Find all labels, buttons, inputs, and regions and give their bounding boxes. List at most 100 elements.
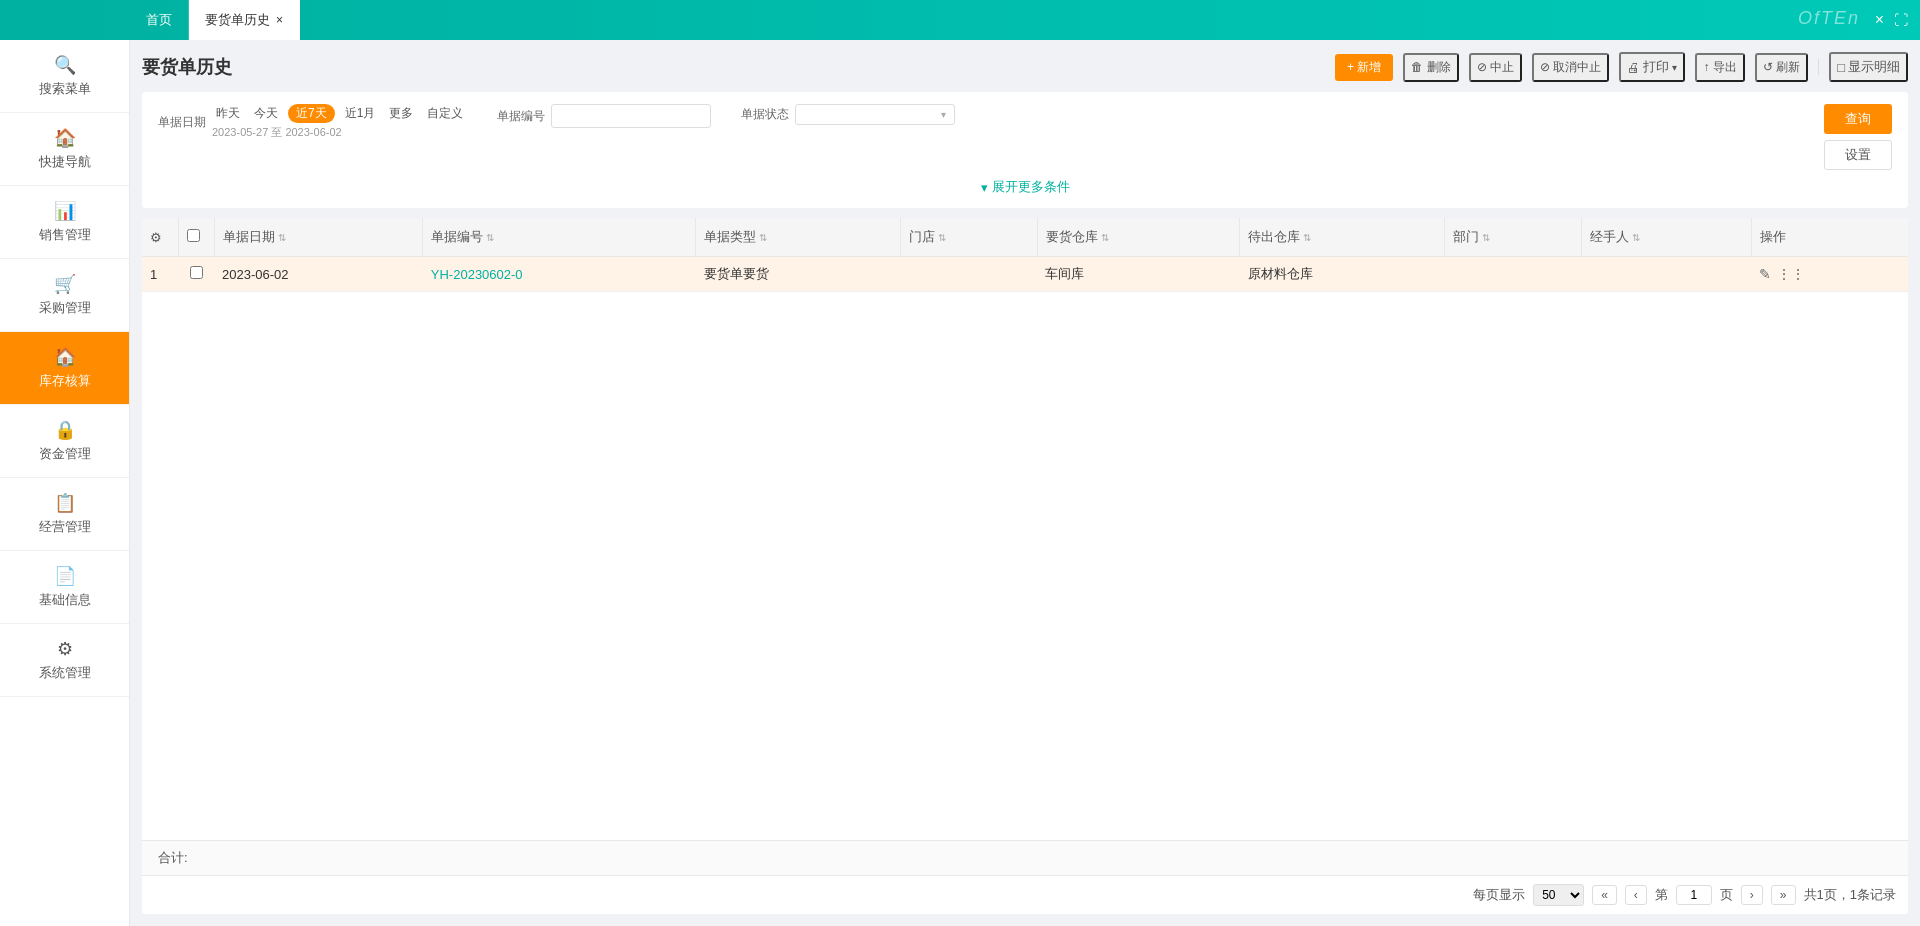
expand-more-button[interactable]: ▾ 展开更多条件 [158, 178, 1892, 196]
prev-page-button[interactable]: ‹ [1625, 885, 1647, 905]
search-icon: 🔍 [54, 54, 76, 76]
table-scroll[interactable]: ⚙ 单据日期 ⇅ [142, 218, 1908, 840]
th-checkbox[interactable] [178, 218, 214, 257]
print-button[interactable]: 🖨 打印 ▾ [1619, 52, 1685, 82]
sidebar-item-inventory[interactable]: 🏠 库存核算 [0, 332, 129, 405]
tab-requisition-history[interactable]: 要货单历史 × [189, 0, 300, 40]
date-range-text: 2023-05-27 至 2023-06-02 [212, 125, 467, 140]
page-header: 要货单历史 + 新增 🗑 删除 ⊘ 中止 ⊘ 取消中止 🖨 打印 ▾ ↑ 导出 … [142, 52, 1908, 82]
filter-top-row: 单据日期 昨天 今天 近7天 近1月 更多 自定义 2023-05-27 至 2… [158, 104, 1892, 170]
th-actions-label: 操作 [1760, 229, 1786, 244]
date-shortcut-today[interactable]: 今天 [250, 104, 282, 123]
td-pending-warehouse: 原材料仓库 [1240, 257, 1445, 292]
sidebar-item-search-label: 搜索菜单 [39, 80, 91, 98]
status-dropdown[interactable]: ▾ [795, 104, 955, 125]
main-layout: 🔍 搜索菜单 🏠 快捷导航 📊 销售管理 🛒 采购管理 🏠 库存核算 🔒 资金管… [0, 40, 1920, 926]
cancel-stop-button[interactable]: ⊘ 取消中止 [1532, 53, 1609, 82]
page-input[interactable] [1676, 885, 1712, 905]
date-shortcuts: 昨天 今天 近7天 近1月 更多 自定义 2023-05-27 至 2023-0… [212, 104, 467, 140]
settings-icon[interactable]: ⚙ [150, 230, 162, 245]
sidebar-item-quick-nav[interactable]: 🏠 快捷导航 [0, 113, 129, 186]
td-handler [1581, 257, 1751, 292]
stop-button[interactable]: ⊘ 中止 [1469, 53, 1522, 82]
expand-label: 展开更多条件 [992, 178, 1070, 196]
table-container: ⚙ 单据日期 ⇅ [142, 218, 1908, 914]
top-bar: 首页 要货单历史 × OfTEn × ⛶ [0, 0, 1920, 40]
td-actions: ✎ ⋮⋮ [1751, 257, 1908, 292]
window-close-icon[interactable]: × [1875, 11, 1884, 29]
dropdown-arrow-icon: ▾ [941, 109, 946, 120]
row-edit-icon[interactable]: ✎ [1759, 266, 1771, 282]
basic-info-icon: 📄 [54, 565, 76, 587]
refresh-button[interactable]: ↺ 刷新 [1755, 53, 1808, 82]
print-chevron-icon: ▾ [1672, 62, 1677, 73]
th-department-sort-icon[interactable]: ⇅ [1482, 232, 1490, 243]
next-page-button[interactable]: › [1741, 885, 1763, 905]
td-doc-no: YH-20230602-0 [423, 257, 696, 292]
status-label: 单据状态 [741, 106, 789, 123]
per-page-select[interactable]: 50 10 20 100 [1533, 884, 1584, 906]
doc-no-input[interactable] [551, 104, 711, 128]
sidebar: 🔍 搜索菜单 🏠 快捷导航 📊 销售管理 🛒 采购管理 🏠 库存核算 🔒 资金管… [0, 40, 130, 926]
th-pending-warehouse-sort-icon[interactable]: ⇅ [1303, 232, 1311, 243]
th-settings[interactable]: ⚙ [142, 218, 178, 257]
th-req-warehouse-sort-icon[interactable]: ⇅ [1101, 232, 1109, 243]
brand-text: OfTEn [1798, 8, 1860, 29]
date-shortcut-yesterday[interactable]: 昨天 [212, 104, 244, 123]
select-all-checkbox[interactable] [187, 229, 200, 242]
row-more-icon[interactable]: ⋮⋮ [1777, 266, 1805, 282]
td-index: 1 [142, 257, 178, 292]
table-header: ⚙ 单据日期 ⇅ [142, 218, 1908, 257]
sidebar-item-management[interactable]: 📋 经营管理 [0, 478, 129, 551]
sidebar-item-basic-info[interactable]: 📄 基础信息 [0, 551, 129, 624]
date-shortcut-7days[interactable]: 近7天 [288, 104, 335, 123]
last-page-button[interactable]: » [1771, 885, 1796, 905]
sidebar-item-finance[interactable]: 🔒 资金管理 [0, 405, 129, 478]
window-fullscreen-icon[interactable]: ⛶ [1894, 12, 1908, 28]
th-handler-sort-icon[interactable]: ⇅ [1632, 232, 1640, 243]
per-page-label: 每页显示 [1473, 886, 1525, 904]
td-doc-type: 要货单要货 [696, 257, 901, 292]
setting-button[interactable]: 设置 [1824, 140, 1892, 170]
sum-label: 合计: [158, 850, 188, 865]
th-actions: 操作 [1751, 218, 1908, 257]
query-button[interactable]: 查询 [1824, 104, 1892, 134]
date-shortcut-more[interactable]: 更多 [385, 104, 417, 123]
th-date-sort-icon[interactable]: ⇅ [278, 232, 286, 243]
print-icon: 🖨 [1627, 60, 1640, 75]
sales-icon: 📊 [54, 200, 76, 222]
inventory-icon: 🏠 [54, 346, 76, 368]
date-shortcut-1month[interactable]: 近1月 [341, 104, 380, 123]
export-button[interactable]: ↑ 导出 [1695, 53, 1744, 82]
delete-button[interactable]: 🗑 删除 [1403, 53, 1458, 82]
th-date-label: 单据日期 [223, 228, 275, 246]
home-icon: 🏠 [54, 127, 76, 149]
sidebar-item-sales[interactable]: 📊 销售管理 [0, 186, 129, 259]
filter-area: 单据日期 昨天 今天 近7天 近1月 更多 自定义 2023-05-27 至 2… [142, 92, 1908, 208]
doc-no-filter: 单据编号 [497, 104, 711, 128]
sidebar-item-management-label: 经营管理 [39, 518, 91, 536]
new-button[interactable]: + 新增 [1335, 54, 1393, 81]
filter-buttons: 查询 设置 [1824, 104, 1892, 170]
th-doc-type-sort-icon[interactable]: ⇅ [759, 232, 767, 243]
td-doc-no-link[interactable]: YH-20230602-0 [431, 267, 523, 282]
tab-close-icon[interactable]: × [276, 13, 283, 27]
first-page-button[interactable]: « [1592, 885, 1617, 905]
date-filter-label: 单据日期 [158, 114, 206, 131]
date-shortcut-custom[interactable]: 自定义 [423, 104, 467, 123]
td-department [1445, 257, 1582, 292]
th-doc-no-sort-icon[interactable]: ⇅ [486, 232, 494, 243]
sidebar-item-purchase[interactable]: 🛒 采购管理 [0, 259, 129, 332]
sidebar-item-search[interactable]: 🔍 搜索菜单 [0, 40, 129, 113]
table-body: 1 2023-06-02 YH-20230602-0 要货单要货 车间库 [142, 257, 1908, 292]
th-store-sort-icon[interactable]: ⇅ [938, 232, 946, 243]
td-date: 2023-06-02 [214, 257, 423, 292]
td-checkbox[interactable] [178, 257, 214, 292]
system-icon: ⚙ [57, 638, 73, 660]
row-checkbox[interactable] [190, 266, 203, 279]
display-detail-button[interactable]: □ □ 显示明细 显示明细 [1829, 52, 1908, 82]
sidebar-item-system[interactable]: ⚙ 系统管理 [0, 624, 129, 697]
tab-home[interactable]: 首页 [130, 0, 189, 40]
th-doc-type: 单据类型 ⇅ [696, 218, 901, 257]
sidebar-item-finance-label: 资金管理 [39, 445, 91, 463]
